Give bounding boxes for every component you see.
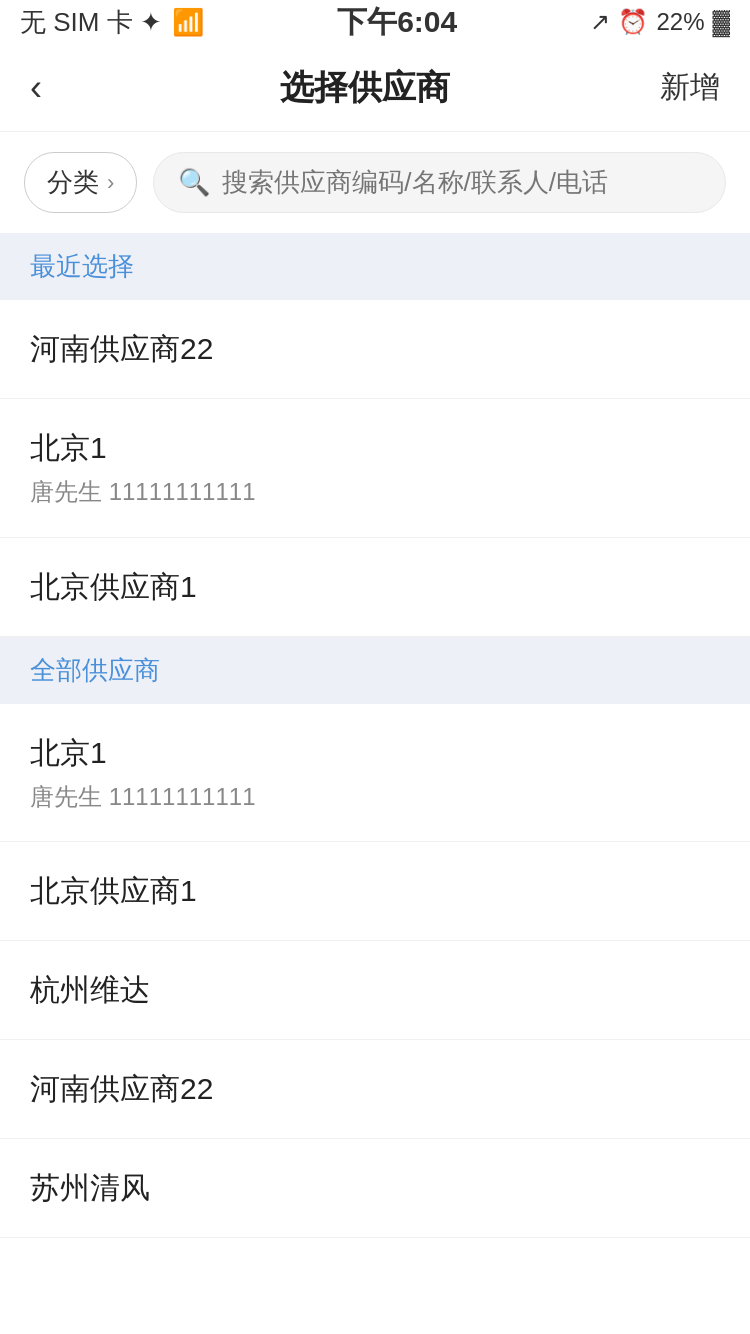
- recent-section-header: 最近选择: [0, 233, 750, 300]
- battery-icon: ▓: [713, 8, 731, 36]
- all-list: 北京1 唐先生 11111111111 北京供应商1 杭州维达河南供应商22 苏州清风: [0, 704, 750, 1239]
- list-item[interactable]: 北京供应商1: [0, 538, 750, 637]
- status-right: ↗ ⏰ 22% ▓: [590, 8, 730, 36]
- list-item[interactable]: 苏州清风: [0, 1139, 750, 1238]
- item-name: 苏州清风: [30, 1167, 720, 1209]
- list-item[interactable]: 北京1 唐先生 11111111111: [0, 704, 750, 843]
- chevron-right-icon: ›: [107, 170, 114, 196]
- category-button[interactable]: 分类 ›: [24, 152, 137, 213]
- item-name: 杭州维达: [30, 969, 720, 1011]
- add-button[interactable]: 新增: [640, 67, 720, 108]
- item-name: 北京供应商1: [30, 870, 720, 912]
- search-area: 分类 › 🔍: [0, 132, 750, 233]
- list-item[interactable]: 杭州维达: [0, 941, 750, 1040]
- page-title: 选择供应商: [280, 65, 450, 111]
- list-item[interactable]: 北京1 唐先生 11111111111: [0, 399, 750, 538]
- recent-list: 河南供应商22 北京1 唐先生 11111111111 北京供应商1: [0, 300, 750, 637]
- item-name: 河南供应商22: [30, 328, 720, 370]
- status-left: 无 SIM 卡 ✦ 📶: [20, 5, 204, 40]
- item-name: 北京1: [30, 427, 720, 469]
- list-item[interactable]: 北京供应商1: [0, 842, 750, 941]
- item-sub: 唐先生 11111111111: [30, 780, 720, 814]
- list-item[interactable]: 河南供应商22: [0, 300, 750, 399]
- category-label: 分类: [47, 165, 99, 200]
- search-icon: 🔍: [178, 167, 210, 198]
- item-name: 北京1: [30, 732, 720, 774]
- search-input[interactable]: [222, 167, 701, 198]
- list-item[interactable]: 河南供应商22: [0, 1040, 750, 1139]
- item-name: 河南供应商22: [30, 1068, 720, 1110]
- wifi-icon: 📶: [172, 7, 204, 38]
- search-box[interactable]: 🔍: [153, 152, 726, 213]
- nav-bar: ‹ 选择供应商 新增: [0, 44, 750, 132]
- sim-status: 无 SIM 卡 ✦: [20, 5, 162, 40]
- status-time: 下午6:04: [337, 2, 457, 43]
- back-button[interactable]: ‹: [30, 67, 90, 109]
- item-name: 北京供应商1: [30, 566, 720, 608]
- status-bar: 无 SIM 卡 ✦ 📶 下午6:04 ↗ ⏰ 22% ▓: [0, 0, 750, 44]
- alarm-icon: ⏰: [618, 8, 648, 36]
- location-icon: ↗: [590, 8, 610, 36]
- all-section-header: 全部供应商: [0, 637, 750, 704]
- item-sub: 唐先生 11111111111: [30, 475, 720, 509]
- battery-level: 22%: [656, 8, 704, 36]
